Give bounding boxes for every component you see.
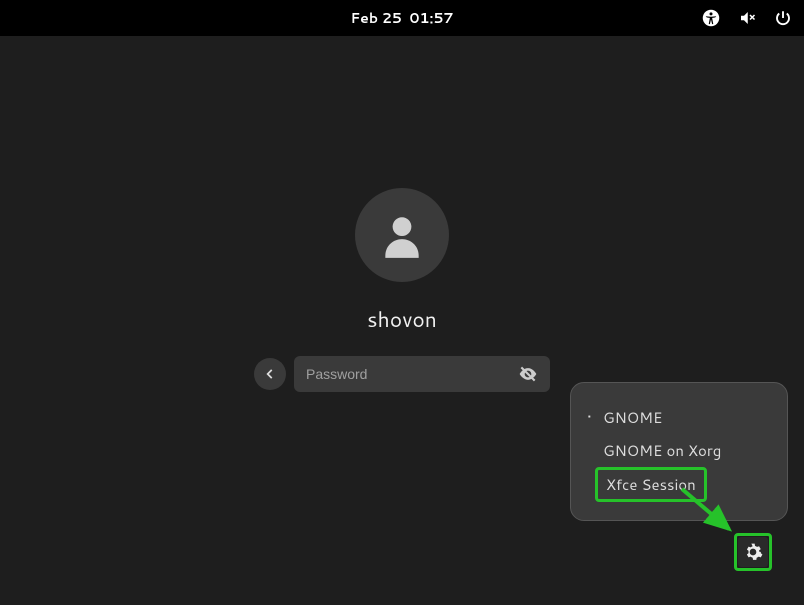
- gear-icon: [743, 542, 763, 562]
- chevron-left-icon: [263, 367, 277, 381]
- password-row: [254, 356, 550, 392]
- session-item-gnome[interactable]: GNOME: [585, 401, 773, 434]
- accessibility-icon[interactable]: [702, 9, 720, 27]
- session-item-label: Xfce Session: [606, 474, 696, 495]
- volume-muted-icon[interactable]: [738, 9, 756, 27]
- power-icon[interactable]: [774, 9, 792, 27]
- session-item-gnome-xorg[interactable]: GNOME on Xorg: [585, 434, 773, 467]
- user-avatar: [355, 188, 449, 282]
- password-field-wrap: [294, 356, 550, 392]
- login-panel: shovon: [254, 188, 550, 392]
- eye-off-icon: [518, 364, 538, 384]
- session-settings-button[interactable]: [738, 537, 768, 567]
- time-label: 01:57: [410, 8, 454, 28]
- back-button[interactable]: [254, 358, 286, 390]
- session-item-xfce[interactable]: Xfce Session: [595, 467, 707, 502]
- session-item-label: GNOME on Xorg: [603, 440, 721, 461]
- password-input[interactable]: [306, 366, 518, 382]
- top-bar: Feb 25 01:57: [0, 0, 804, 36]
- username-label: shovon: [367, 304, 437, 334]
- session-item-label: GNOME: [603, 407, 662, 428]
- date-label: Feb 25: [351, 8, 402, 28]
- datetime: Feb 25 01:57: [351, 8, 454, 28]
- status-icons: [702, 0, 792, 36]
- session-menu: GNOME GNOME on Xorg Xfce Session: [570, 382, 788, 521]
- toggle-password-visibility[interactable]: [518, 364, 538, 384]
- person-icon: [377, 210, 427, 260]
